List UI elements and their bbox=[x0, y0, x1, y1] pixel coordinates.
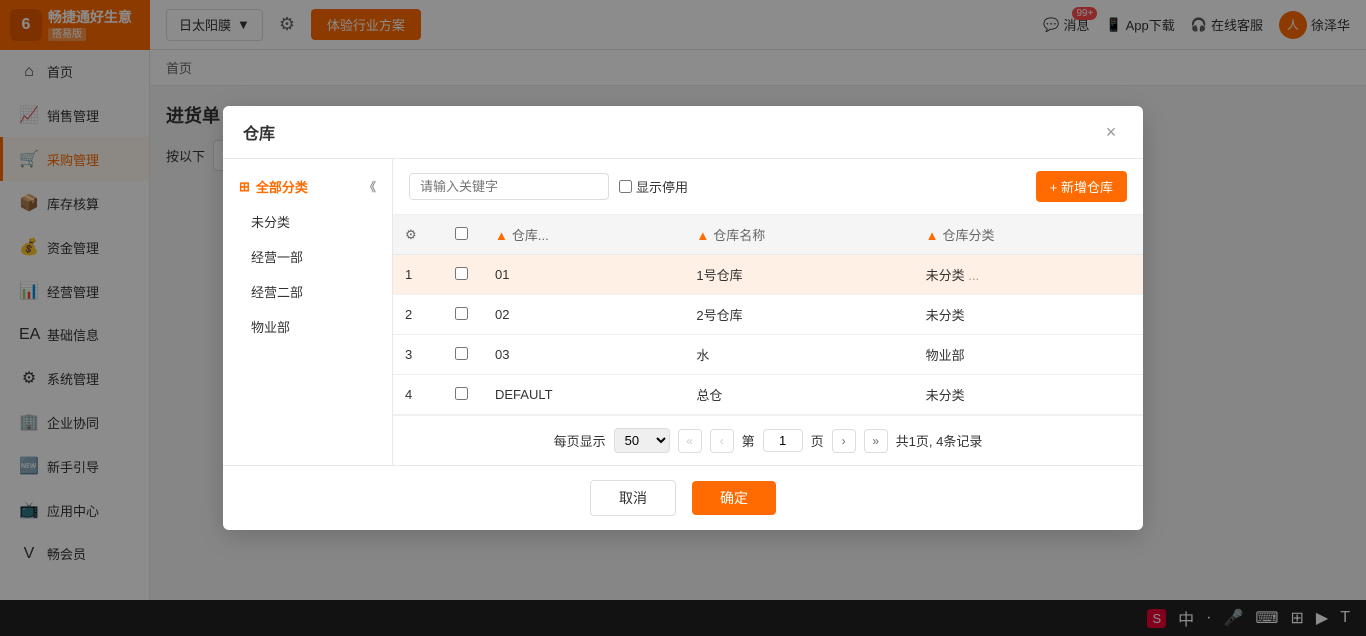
modal-footer: 取消 确定 bbox=[223, 465, 1143, 530]
first-page-button[interactable]: « bbox=[678, 429, 702, 453]
page-size-select[interactable]: 10 20 50 100 bbox=[614, 428, 670, 453]
row-checkbox[interactable] bbox=[455, 387, 468, 400]
total-info: 共1页, 4条记录 bbox=[896, 431, 983, 450]
modal-close-button[interactable]: × bbox=[1099, 120, 1123, 144]
warehouse-table: ⚙ ▲仓库... ▲仓库名称 ▲仓库分类 1 01 bbox=[393, 215, 1143, 415]
row-checkbox-cell bbox=[443, 375, 483, 415]
row-index: 1 bbox=[393, 255, 443, 295]
table-row[interactable]: 3 03 水 物业部 bbox=[393, 335, 1143, 375]
page-input[interactable] bbox=[763, 429, 803, 452]
row-code: 02 bbox=[483, 295, 684, 335]
sort-icon-name: ▲ bbox=[696, 228, 709, 243]
table-row[interactable]: 1 01 1号仓库 未分类 ... bbox=[393, 255, 1143, 295]
modal-category-panel: ⊞ 全部分类 《 未分类 经营一部 经营二部 物业部 bbox=[223, 159, 393, 465]
all-category-label: 全部分类 bbox=[256, 177, 308, 196]
row-checkbox[interactable] bbox=[455, 307, 468, 320]
search-icon[interactable]: 🔍 bbox=[606, 179, 609, 195]
warehouse-table-wrap: ⚙ ▲仓库... ▲仓库名称 ▲仓库分类 1 01 bbox=[393, 215, 1143, 415]
col-checkbox bbox=[443, 215, 483, 255]
modal-toolbar: 🔍 显示停用 + 新增仓库 bbox=[393, 159, 1143, 215]
row-category: 未分类 ... bbox=[914, 255, 1143, 295]
modal-title: 仓库 bbox=[243, 120, 275, 144]
pagination: 每页显示 10 20 50 100 « ‹ 第 页 › » 共1页, 4条记录 bbox=[393, 415, 1143, 465]
show-disabled-label: 显示停用 bbox=[636, 177, 688, 196]
row-checkbox[interactable] bbox=[455, 267, 468, 280]
row-checkbox[interactable] bbox=[455, 347, 468, 360]
show-disabled-checkbox[interactable] bbox=[619, 180, 632, 193]
search-input[interactable] bbox=[410, 174, 606, 199]
last-page-button[interactable]: » bbox=[864, 429, 888, 453]
row-code: 03 bbox=[483, 335, 684, 375]
select-all-checkbox[interactable] bbox=[455, 227, 468, 240]
row-actions[interactable]: ... bbox=[968, 268, 979, 283]
search-input-wrap: 🔍 bbox=[409, 173, 609, 200]
warehouse-modal: 仓库 × ⊞ 全部分类 《 未分类 经营一部 经营二部 物业部 bbox=[223, 106, 1143, 530]
grid-icon: ⊞ bbox=[239, 179, 250, 195]
collapse-icon[interactable]: 《 bbox=[364, 178, 376, 195]
page-label: 第 bbox=[742, 431, 755, 450]
cancel-button[interactable]: 取消 bbox=[590, 480, 676, 516]
category-item-ops2[interactable]: 经营二部 bbox=[223, 274, 392, 309]
modal-content-panel: 🔍 显示停用 + 新增仓库 ⚙ bbox=[393, 159, 1143, 465]
row-category: 物业部 bbox=[914, 335, 1143, 375]
row-name: 总仓 bbox=[684, 375, 913, 415]
new-warehouse-button[interactable]: + 新增仓库 bbox=[1036, 171, 1127, 202]
page-size-label: 每页显示 bbox=[554, 431, 606, 450]
category-item-uncat[interactable]: 未分类 bbox=[223, 204, 392, 239]
category-item-prop[interactable]: 物业部 bbox=[223, 309, 392, 344]
modal-overlay: 仓库 × ⊞ 全部分类 《 未分类 经营一部 经营二部 物业部 bbox=[0, 0, 1366, 636]
row-index: 2 bbox=[393, 295, 443, 335]
row-checkbox-cell bbox=[443, 335, 483, 375]
row-index: 4 bbox=[393, 375, 443, 415]
show-disabled-wrap: 显示停用 bbox=[619, 177, 688, 196]
row-name: 2号仓库 bbox=[684, 295, 913, 335]
confirm-button[interactable]: 确定 bbox=[692, 481, 776, 515]
table-gear-icon: ⚙ bbox=[405, 227, 417, 242]
row-checkbox-cell bbox=[443, 295, 483, 335]
all-category-header[interactable]: ⊞ 全部分类 《 bbox=[223, 169, 392, 204]
row-code: DEFAULT bbox=[483, 375, 684, 415]
row-index: 3 bbox=[393, 335, 443, 375]
prev-page-button[interactable]: ‹ bbox=[710, 429, 734, 453]
row-name: 1号仓库 bbox=[684, 255, 913, 295]
table-row[interactable]: 4 DEFAULT 总仓 未分类 bbox=[393, 375, 1143, 415]
modal-header: 仓库 × bbox=[223, 106, 1143, 159]
col-settings: ⚙ bbox=[393, 215, 443, 255]
row-category: 未分类 bbox=[914, 295, 1143, 335]
modal-body: ⊞ 全部分类 《 未分类 经营一部 经营二部 物业部 🔍 bbox=[223, 159, 1143, 465]
col-name: ▲仓库名称 bbox=[684, 215, 913, 255]
category-item-ops1[interactable]: 经营一部 bbox=[223, 239, 392, 274]
col-code: ▲仓库... bbox=[483, 215, 684, 255]
row-name: 水 bbox=[684, 335, 913, 375]
row-category: 未分类 bbox=[914, 375, 1143, 415]
table-row[interactable]: 2 02 2号仓库 未分类 bbox=[393, 295, 1143, 335]
col-category: ▲仓库分类 bbox=[914, 215, 1143, 255]
row-checkbox-cell bbox=[443, 255, 483, 295]
next-page-button[interactable]: › bbox=[832, 429, 856, 453]
page-suffix: 页 bbox=[811, 431, 824, 450]
sort-icon-cat: ▲ bbox=[926, 228, 939, 243]
row-code: 01 bbox=[483, 255, 684, 295]
sort-icon: ▲ bbox=[495, 228, 508, 243]
